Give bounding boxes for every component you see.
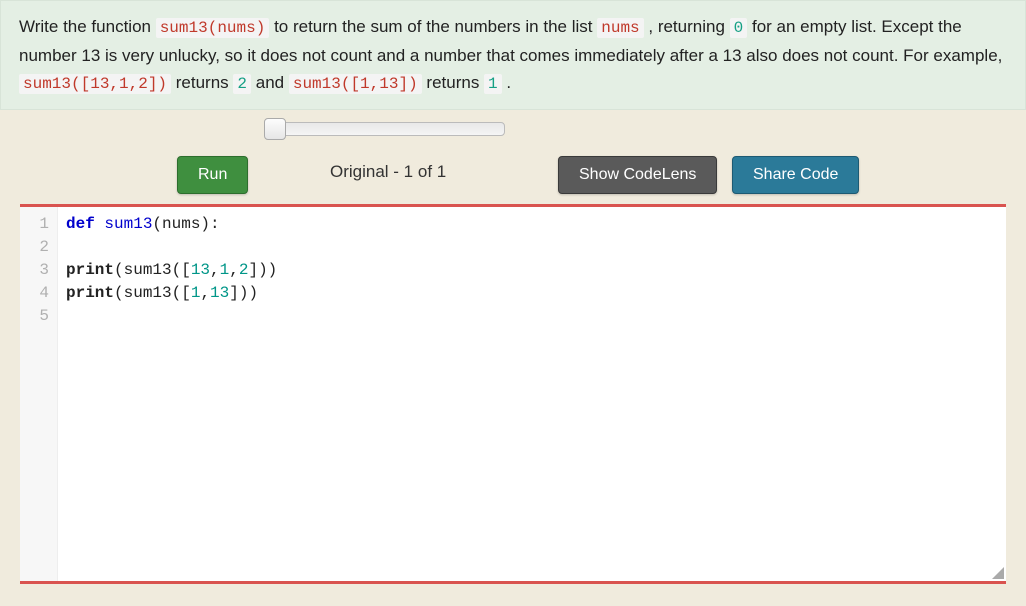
problem-description: Write the function sum13(nums) to return… (0, 0, 1026, 110)
slider-thumb[interactable] (264, 118, 286, 140)
desc-text: returns (426, 73, 484, 92)
desc-arg: nums (597, 18, 643, 38)
code-line[interactable]: print(sum13([13,1,2])) (66, 259, 998, 282)
line-number: 1 (20, 213, 49, 236)
desc-func-sig: sum13(nums) (156, 18, 270, 38)
desc-example1: sum13([13,1,2]) (19, 74, 171, 94)
desc-zero: 0 (730, 18, 748, 38)
desc-text: to return the sum of the numbers in the … (274, 17, 597, 36)
line-gutter: 12345 (20, 207, 58, 581)
code-editor[interactable]: 12345 def sum13(nums): print(sum13([13,1… (20, 204, 1006, 584)
share-code-button[interactable]: Share Code (732, 156, 859, 194)
desc-text: Write the function (19, 17, 156, 36)
resize-handle-icon[interactable] (992, 567, 1004, 579)
desc-text: . (506, 73, 511, 92)
desc-result2: 1 (484, 74, 502, 94)
show-codelens-button[interactable]: Show CodeLens (558, 156, 717, 194)
history-label: Original - 1 of 1 (330, 162, 446, 182)
desc-text: returns (176, 73, 234, 92)
code-line[interactable]: def sum13(nums): (66, 213, 998, 236)
code-line[interactable]: print(sum13([1,13])) (66, 282, 998, 305)
code-area[interactable]: def sum13(nums): print(sum13([13,1,2]))p… (58, 207, 1006, 581)
code-line[interactable] (66, 236, 998, 259)
code-line[interactable] (66, 305, 998, 328)
line-number: 2 (20, 236, 49, 259)
run-button[interactable]: Run (177, 156, 248, 194)
history-slider[interactable] (265, 122, 505, 136)
line-number: 4 (20, 282, 49, 305)
line-number: 5 (20, 305, 49, 328)
line-number: 3 (20, 259, 49, 282)
slider-track[interactable] (265, 122, 505, 136)
desc-result1: 2 (233, 74, 251, 94)
desc-text: , returning (648, 17, 729, 36)
desc-text: and (256, 73, 289, 92)
toolbar: Run Original - 1 of 1 Show CodeLens Shar… (0, 118, 1026, 198)
desc-example2: sum13([1,13]) (289, 74, 422, 94)
